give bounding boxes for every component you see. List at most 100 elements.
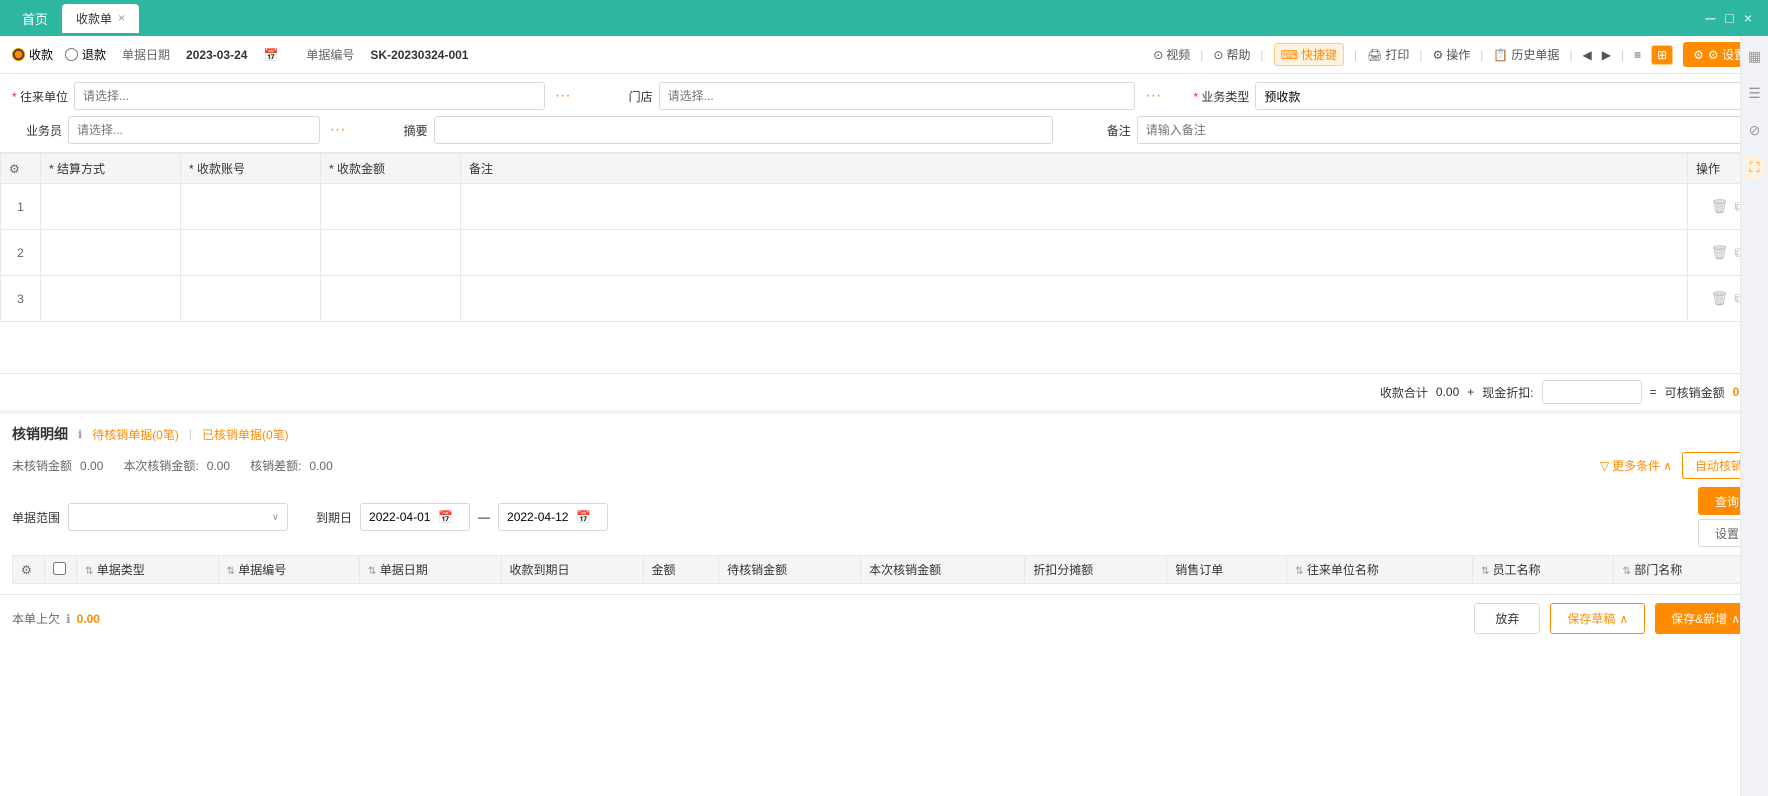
calendar-from-icon[interactable]: 📅 (438, 510, 453, 524)
more-filter-btn[interactable]: ▽ 更多条件 ∧ (1600, 457, 1672, 474)
equals-sign: = (1650, 385, 1657, 399)
remark-input[interactable] (1137, 116, 1756, 144)
sidebar-list-icon[interactable]: ☰ (1744, 81, 1765, 106)
staff-label: 业务员 (12, 122, 62, 139)
sidebar-link-icon[interactable]: ⊘ (1745, 118, 1765, 143)
net-label: 可核销金额 (1665, 384, 1725, 401)
lower-table-settings-icon[interactable]: ⚙ (21, 563, 32, 577)
staff-input[interactable] (68, 116, 320, 144)
store-label: 门店 (603, 88, 653, 105)
print-btn[interactable]: 🖨 打印 (1367, 46, 1409, 63)
toolbar-right: ⊙ 视频 | ⊙ 帮助 | ⌨ 快捷键 | 🖨 打印 | ⚙ 操作 (1153, 42, 1756, 67)
maximize-icon[interactable]: □ (1725, 10, 1733, 26)
table-settings-icon[interactable]: ⚙ (9, 162, 20, 176)
active-tab-label: 收款单 (76, 10, 112, 27)
footer-actions: 放弃 保存草稿 ∧ 保存&新增 ∧ (1474, 603, 1756, 634)
partner-input[interactable] (74, 82, 545, 110)
keyboard-icon: ⌨ (1281, 48, 1298, 62)
receipt-type-group: 收款 退款 (12, 46, 106, 63)
row-1-remark[interactable] (461, 184, 1688, 230)
row-2-account[interactable] (181, 230, 321, 276)
grid-view-btn[interactable]: ⊞ (1651, 45, 1673, 65)
summary-label: 摘要 (378, 122, 428, 139)
verify-info-icon[interactable]: ℹ (78, 428, 82, 441)
tab-bar: 首页 收款单 × ─ □ × (0, 0, 1768, 36)
date-to-input[interactable]: 2022-04-12 📅 (498, 503, 608, 531)
draft-button[interactable]: 保存草稿 ∧ (1550, 603, 1645, 634)
close-tab-icon[interactable]: × (118, 11, 125, 25)
radio-receipt[interactable]: 收款 (12, 46, 53, 63)
lower-table: ⚙ ⇅ 单据类型 ⇅ 单据编号 (12, 555, 1756, 584)
shortcut-btn[interactable]: ⌨ 快捷键 (1274, 43, 1344, 66)
row-num-2: 2 (1, 230, 41, 276)
discount-label: 现金折扣: (1482, 384, 1533, 401)
video-btn[interactable]: ⊙ 视频 (1153, 46, 1190, 63)
partner-more-btn[interactable]: ··· (551, 87, 575, 105)
row-2-remark[interactable] (461, 230, 1688, 276)
sidebar-expand-icon[interactable]: ⛶ (1746, 155, 1764, 180)
row-2-settle[interactable] (41, 230, 181, 276)
save-chevron-icon: ∧ (1731, 612, 1740, 626)
row-2-amount[interactable] (321, 230, 461, 276)
diff-stat: 核销差额: 0.00 (250, 457, 333, 474)
range-row: 单据范围 ∨ 到期日 2022-04-01 📅 — 2022-04-12 📅 查… (12, 487, 1756, 547)
total-value: 0.00 (1436, 385, 1459, 399)
row-1-account[interactable] (181, 184, 321, 230)
lower-table-wrapper: ⚙ ⇅ 单据类型 ⇅ 单据编号 (12, 555, 1756, 584)
lower-col-type: ⇅ 单据类型 (77, 556, 219, 584)
tab-home[interactable]: 首页 (8, 3, 62, 34)
verify-tab-done[interactable]: 已核销单据(0笔) (202, 426, 289, 443)
store-more-btn[interactable]: ··· (1141, 87, 1165, 105)
view-list-btn[interactable]: ≡ (1634, 48, 1641, 62)
date-value: 2023-03-24 (186, 48, 247, 62)
close-icon[interactable]: × (1744, 10, 1752, 26)
row-3-remark[interactable] (461, 276, 1688, 322)
verify-stats: 未核销金额 0.00 本次核销金额: 0.00 核销差额: 0.00 ▽ 更多条… (12, 452, 1756, 479)
summary-input[interactable] (434, 116, 1053, 144)
this-slip-label: 本单上欠 (12, 610, 60, 627)
table-row: 2 🗑 ⧉ (1, 230, 1768, 276)
table-row: 1 🗑 ⧉ (1, 184, 1768, 230)
biz-type-select[interactable]: 预收款 ∨ (1255, 82, 1756, 110)
select-all-checkbox[interactable] (53, 562, 66, 575)
row-1-delete-icon[interactable]: 🗑 (1711, 198, 1729, 215)
video-icon: ⊙ (1153, 48, 1163, 62)
verify-tab-pending[interactable]: 待核销单据(0笔) (92, 426, 179, 443)
sidebar-table-icon[interactable]: ▦ (1744, 44, 1765, 69)
nav-prev-btn[interactable]: ◀ (1582, 48, 1591, 62)
draft-chevron-icon: ∧ (1619, 612, 1628, 626)
history-btn[interactable]: 📋 历史单据 (1493, 46, 1559, 63)
store-input[interactable] (659, 82, 1136, 110)
staff-more-btn[interactable]: ··· (326, 121, 350, 139)
help-btn[interactable]: ⊙ 帮助 (1213, 46, 1250, 63)
nav-next-btn[interactable]: ▶ (1602, 48, 1611, 62)
staff-field: 业务员 ··· (12, 116, 350, 144)
row-3-delete-icon[interactable]: 🗑 (1711, 290, 1729, 307)
calendar-to-icon[interactable]: 📅 (576, 510, 591, 524)
minimize-icon[interactable]: ─ (1705, 10, 1715, 26)
tab-active[interactable]: 收款单 × (62, 4, 139, 33)
operation-btn[interactable]: ⚙ 操作 (1432, 46, 1470, 63)
radio-refund[interactable]: 退款 (65, 46, 106, 63)
right-sidebar: ▦ ☰ ⊘ ⛶ (1740, 36, 1768, 796)
operation-icon: ⚙ (1432, 48, 1443, 62)
number-label: 单据编号 (306, 46, 354, 63)
row-3-account[interactable] (181, 276, 321, 322)
row-3-settle[interactable] (41, 276, 181, 322)
row-2-delete-icon[interactable]: 🗑 (1711, 244, 1729, 261)
unchecked-stat: 未核销金额 0.00 (12, 457, 103, 474)
lower-col-number: ⇅ 单据编号 (218, 556, 360, 584)
calendar-icon[interactable]: 📅 (263, 48, 278, 62)
row-3-amount[interactable] (321, 276, 461, 322)
date-from-input[interactable]: 2022-04-01 📅 (360, 503, 470, 531)
row-1-settle[interactable] (41, 184, 181, 230)
table-section: ⚙ * 结算方式 * 收款账号 * 收款金额 备注 操作 1 (0, 153, 1768, 373)
range-select[interactable]: ∨ (68, 503, 288, 531)
lower-col-pending: 待核销金额 (719, 556, 861, 584)
form-section: * 往来单位 ··· 门店 ··· * 业务类型 预收款 ∨ (0, 74, 1768, 153)
discount-input[interactable] (1542, 380, 1642, 404)
row-1-amount[interactable] (321, 184, 461, 230)
info-icon[interactable]: ℹ (66, 612, 71, 626)
col-header-amount: * 收款金额 (321, 154, 461, 184)
discard-button[interactable]: 放弃 (1474, 603, 1540, 634)
